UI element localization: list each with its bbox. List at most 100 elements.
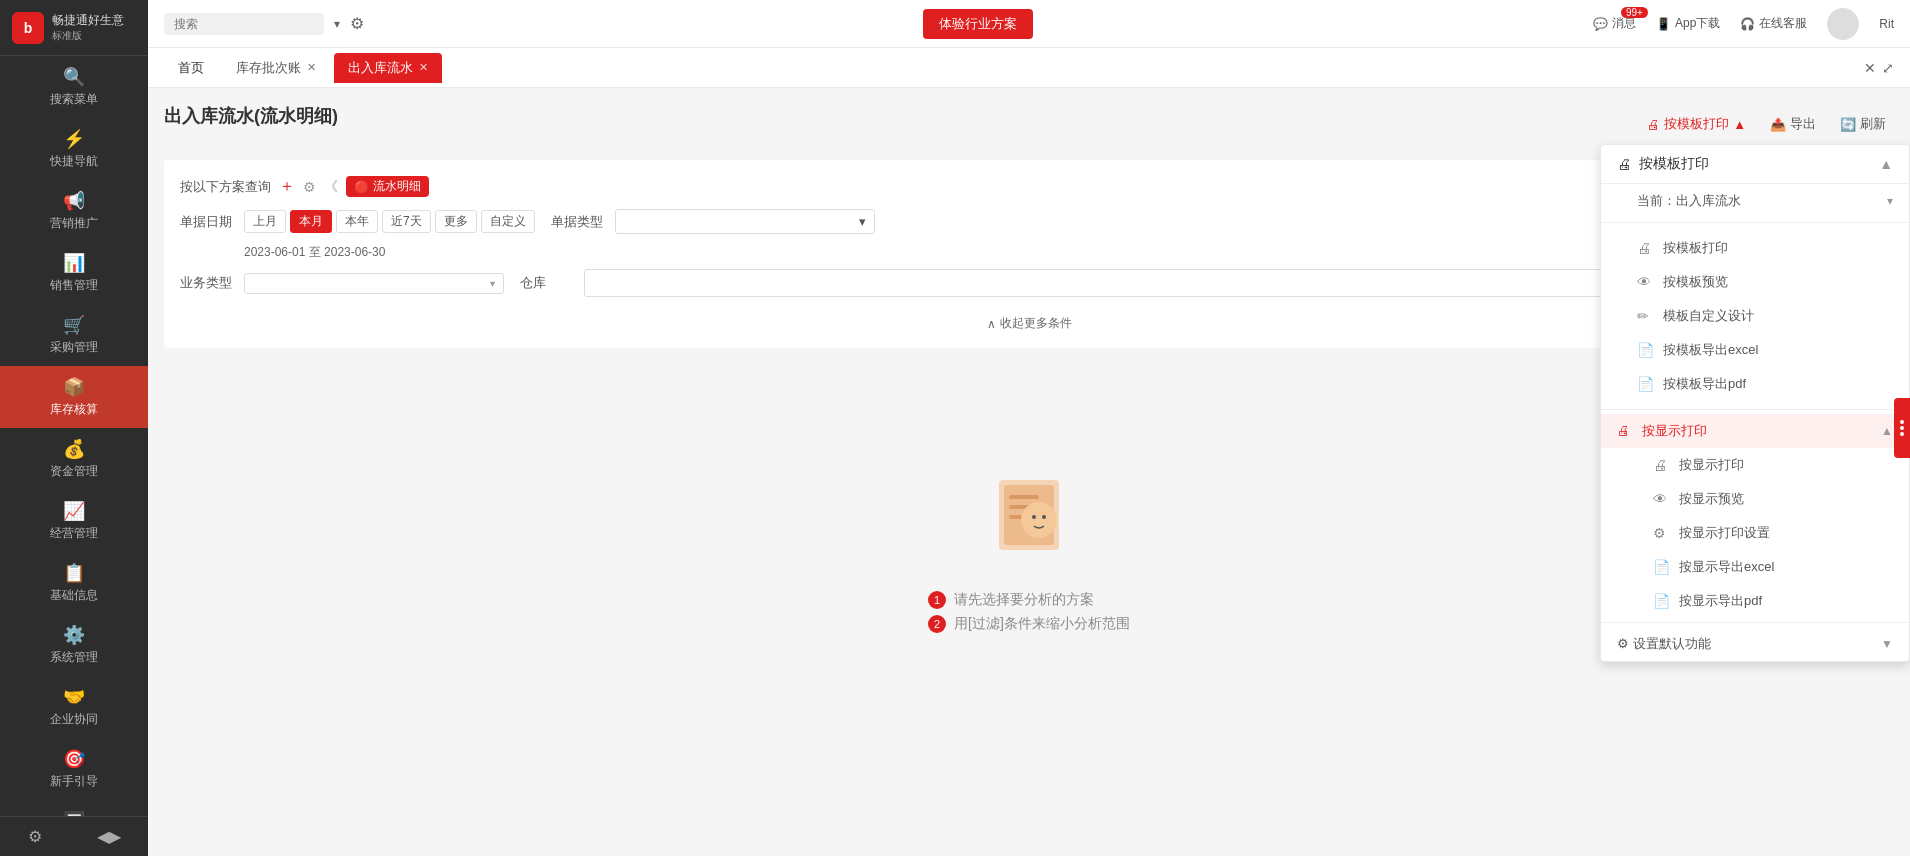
svg-point-9 [1900,426,1904,430]
enterprise-icon: 🤝 [63,686,85,708]
filter-active-tag[interactable]: 🔴 流水明细 [346,176,429,197]
display-settings-item[interactable]: ⚙ 按显示打印设置 [1617,516,1909,550]
date-pill-last-month[interactable]: 上月 [244,210,286,233]
empty-illustration [979,465,1079,565]
close-tab-inventory-flow-icon[interactable]: ✕ [419,61,428,74]
sidebar-item-sales[interactable]: 📊 销售管理 [0,242,148,304]
export-button[interactable]: 📤 导出 [1762,111,1824,137]
operations-icon: 📈 [63,500,85,522]
display-section-items: 🖨 按显示打印 👁 按显示预览 ⚙ 按显示打印设置 📄 按显示导出excel 📄 [1601,448,1909,618]
tab-inventory-flow[interactable]: 出入库流水 ✕ [334,53,442,83]
settings-bottom-icon[interactable]: ⚙ [28,827,42,846]
display-print-item[interactable]: 🖨 按显示打印 [1617,448,1909,482]
display-export-excel-item[interactable]: 📄 按显示导出excel [1617,550,1909,584]
sidebar-item-operations[interactable]: 📈 经营管理 [0,490,148,552]
chevron-up-icon: ▲ [1733,117,1746,132]
logo-icon: b [12,12,44,44]
template-export-excel-item[interactable]: 📄 按模板导出excel [1601,333,1909,367]
print-template-button[interactable]: 🖨 按模板打印 ▲ [1639,111,1754,137]
doc-type-select[interactable]: ▾ [615,209,875,234]
topbar: ▾ ⚙ 体验行业方案 💬 消息 99+ 📱 App下载 🎧 在线客服 Rit [148,0,1910,48]
flash-icon: ⚡ [63,128,85,150]
guide-icon: 🎯 [63,748,85,770]
business-type-label: 业务类型 [180,274,236,292]
filter-collapse-icon[interactable]: 《 [324,178,338,196]
phone-icon: 📱 [1656,17,1671,31]
app-download-button[interactable]: 📱 App下载 [1656,15,1720,32]
date-pill-custom[interactable]: 自定义 [481,210,535,233]
sidebar-item-finance[interactable]: 💰 资金管理 [0,428,148,490]
dropdown-current: 当前：出入库流水 ▾ [1601,184,1909,218]
close-tab-inventory-batch-icon[interactable]: ✕ [307,61,316,74]
display-section-icon: 🖨 [1617,423,1630,438]
sidebar-item-guide[interactable]: 🎯 新手引导 [0,738,148,800]
date-field-label: 单据日期 [180,213,236,231]
doc-type-label: 单据类型 [551,213,607,231]
dropdown-footer[interactable]: ⚙ 设置默认功能 ▼ [1601,627,1909,661]
date-pill-current-month[interactable]: 本月 [290,210,332,233]
page-content: 出入库流水(流水明细) 🖨 按模板打印 ▲ 📤 导出 🔄 刷新 [148,88,1910,856]
dropdown-collapse-icon[interactable]: ▲ [1879,156,1893,172]
template-custom-icon: ✏ [1637,308,1653,324]
export-icon: 📤 [1770,117,1786,132]
business-type-select[interactable]: ▾ [244,273,504,294]
date-pill-more[interactable]: 更多 [435,210,477,233]
dropdown-title: 🖨 按模板打印 [1617,155,1709,173]
current-arrow-icon: ▾ [1887,194,1893,208]
warehouse-label: 仓库 [520,274,576,292]
right-edge-tab[interactable] [1894,398,1910,458]
sidebar-item-marketing[interactable]: 📢 营销推广 [0,180,148,242]
svg-point-7 [1042,515,1046,519]
sidebar-logo: b 畅捷通好生意 标准版 [0,0,148,56]
sales-icon: 📊 [63,252,85,274]
close-window-button[interactable]: ✕ [1864,60,1876,76]
template-pdf-icon: 📄 [1637,376,1653,392]
user-avatar[interactable] [1827,8,1859,40]
display-export-pdf-item[interactable]: 📄 按显示导出pdf [1617,584,1909,618]
page-title: 出入库流水(流水明细) [164,104,338,128]
template-preview-item[interactable]: 👁 按模板预览 [1601,265,1909,299]
svg-point-6 [1032,515,1036,519]
date-pill-7days[interactable]: 近7天 [382,210,431,233]
topbar-dropdown-arrow[interactable]: ▾ [334,17,340,31]
topbar-gear-icon[interactable]: ⚙ [350,14,364,33]
search-input[interactable] [164,13,324,35]
sidebar-item-basic[interactable]: 📋 基础信息 [0,552,148,614]
sidebar-item-app-center[interactable]: 🔲 应用中心 [0,800,148,816]
tabbar-right: ✕ ⤢ [1864,60,1894,76]
sidebar-item-enterprise[interactable]: 🤝 企业协同 [0,676,148,738]
display-preview-item[interactable]: 👁 按显示预览 [1617,482,1909,516]
maximize-window-button[interactable]: ⤢ [1882,60,1894,76]
filter-tag-icon: 🔴 [354,180,369,194]
business-type-field: 业务类型 ▾ [180,273,504,294]
filter-settings-icon[interactable]: ⚙ [303,179,316,195]
print-dropdown-panel: 🖨 按模板打印 ▲ 当前：出入库流水 ▾ 🖨 按模板打印 👁 按模板预 [1600,144,1910,662]
filter-label: 按以下方案查询 [180,178,271,196]
message-button[interactable]: 💬 消息 99+ [1593,15,1636,32]
sidebar-item-inventory[interactable]: 📦 库存核算 [0,366,148,428]
sidebar-item-system[interactable]: ⚙️ 系统管理 [0,614,148,676]
template-export-pdf-item[interactable]: 📄 按模板导出pdf [1601,367,1909,401]
tab-inventory-batch[interactable]: 库存批次账 ✕ [222,53,330,83]
sidebar-item-purchase[interactable]: 🛒 采购管理 [0,304,148,366]
industry-solution-button[interactable]: 体验行业方案 [923,9,1033,39]
default-settings-icon: ⚙ [1617,636,1629,651]
sidebar-nav: 🔍 搜索菜单 ⚡ 快捷导航 📢 营销推广 📊 销售管理 🛒 采购管理 📦 库存核… [0,56,148,816]
sidebar-item-search[interactable]: 🔍 搜索菜单 [0,56,148,118]
date-pill-current-year[interactable]: 本年 [336,210,378,233]
collapse-sidebar-icon[interactable]: ◀▶ [97,827,121,846]
online-service-button[interactable]: 🎧 在线客服 [1740,15,1807,32]
filter-add-icon[interactable]: ＋ [279,176,295,197]
template-custom-item[interactable]: ✏ 模板自定义设计 [1601,299,1909,333]
sidebar-item-quick-nav[interactable]: ⚡ 快捷导航 [0,118,148,180]
display-section-header[interactable]: 🖨 按显示打印 ▲ [1601,414,1909,448]
display-excel-icon: 📄 [1653,559,1669,575]
template-print-item[interactable]: 🖨 按模板打印 [1601,231,1909,265]
sidebar-bottom: ⚙ ◀▶ [0,816,148,856]
toolbar-right: 🖨 按模板打印 ▲ 📤 导出 🔄 刷新 [1639,111,1894,137]
main-content: ▾ ⚙ 体验行业方案 💬 消息 99+ 📱 App下载 🎧 在线客服 Rit 首 [148,0,1910,856]
tab-home[interactable]: 首页 [164,53,218,83]
username-label: Rit [1879,17,1894,31]
refresh-button[interactable]: 🔄 刷新 [1832,111,1894,137]
svg-point-5 [1021,502,1057,538]
